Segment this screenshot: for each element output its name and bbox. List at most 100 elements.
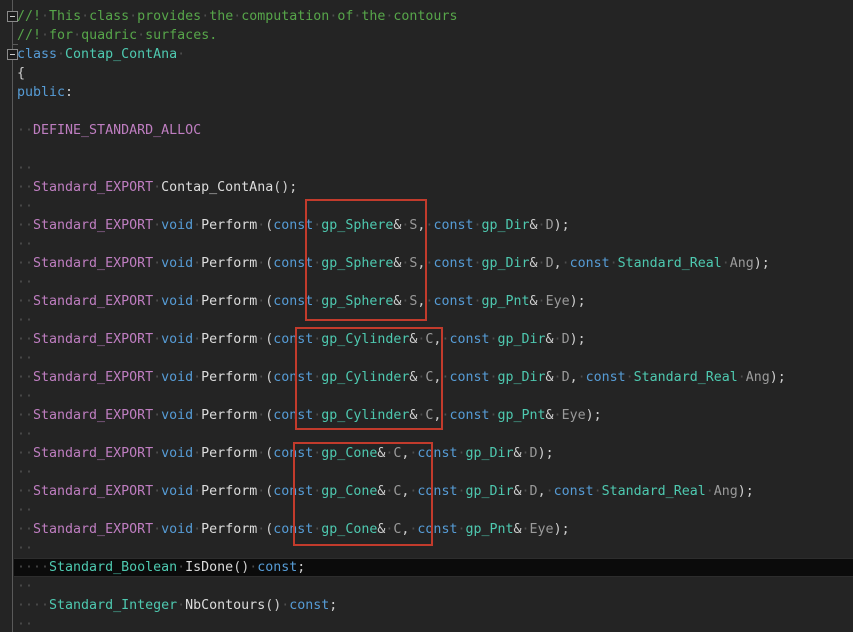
whitespace-dots: · [593, 484, 602, 499]
code-line[interactable]: ·· [14, 501, 853, 520]
code-line[interactable]: ·· [14, 349, 853, 368]
code-line[interactable]: ··Standard_EXPORT·void·Perform·(const·gp… [14, 216, 853, 235]
code-token-kw: const [273, 294, 314, 309]
code-token-kw: const [289, 598, 330, 613]
whitespace-dots: ·· [17, 503, 34, 518]
code-token-mac: DEFINE_STANDARD_ALLOC [33, 123, 202, 138]
code-token-kw: void [161, 370, 194, 385]
code-token-par: Ang [745, 370, 770, 385]
code-line[interactable] [14, 140, 853, 159]
whitespace-dots: ·· [17, 237, 34, 252]
whitespace-dots: · [537, 218, 546, 233]
code-line[interactable]: ·· [14, 615, 853, 632]
code-token-pun: ); [737, 484, 754, 499]
whitespace-dots: · [577, 370, 586, 385]
code-token-par: Ang [729, 256, 754, 271]
code-line[interactable]: ·· [14, 577, 853, 596]
whitespace-dots: · [457, 446, 466, 461]
code-line[interactable]: //!·for·quadric·surfaces. [14, 26, 853, 45]
code-token-fn: Perform [201, 294, 258, 309]
code-token-typ: Standard_Integer [49, 598, 178, 613]
code-token-kw: const [273, 256, 314, 271]
code-token-fn: Perform [201, 218, 258, 233]
whitespace-dots: · [281, 598, 290, 613]
code-token-typ: gp_Sphere [321, 294, 394, 309]
whitespace-dots: · [473, 294, 482, 309]
code-line-current[interactable]: ····Standard_Boolean·IsDone()·const; [14, 558, 853, 577]
whitespace-dots: · [441, 332, 450, 347]
code-line[interactable]: ··Standard_EXPORT·void·Perform·(const·gp… [14, 482, 853, 501]
whitespace-dots: · [313, 218, 322, 233]
code-token-typ: gp_Dir [481, 256, 530, 271]
code-line[interactable]: ·· [14, 311, 853, 330]
whitespace-dots: · [177, 598, 186, 613]
code-token-fn: Perform [201, 256, 258, 271]
code-token-typ: Contap_ContAna [65, 47, 178, 62]
fold-collapse-icon[interactable] [7, 11, 18, 22]
code-line[interactable]: { [14, 64, 853, 83]
code-token-com: class [89, 9, 130, 24]
code-token-fn: Perform [201, 332, 258, 347]
code-token-fn: Perform [201, 484, 258, 499]
code-line[interactable]: ·· [14, 197, 853, 216]
whitespace-dots: · [153, 180, 162, 195]
code-token-kw: void [161, 218, 194, 233]
whitespace-dots: · [401, 294, 410, 309]
whitespace-dots: · [249, 560, 258, 575]
whitespace-dots: · [193, 294, 202, 309]
code-line[interactable]: ··Standard_EXPORT·Contap_ContAna(); [14, 178, 853, 197]
code-token-kw: const [569, 256, 610, 271]
code-token-pun: , [553, 256, 562, 271]
code-line[interactable]: ··Standard_EXPORT·void·Perform·(const·gp… [14, 520, 853, 539]
code-line[interactable]: ··Standard_EXPORT·void·Perform·(const·gp… [14, 368, 853, 387]
code-token-kw: void [161, 446, 194, 461]
code-token-typ: Standard_Real [617, 256, 722, 271]
whitespace-dots: · [385, 9, 394, 24]
code-token-pun: { [17, 66, 26, 81]
code-token-pun: ); [769, 370, 786, 385]
whitespace-dots: · [257, 408, 266, 423]
code-line[interactable]: public: [14, 83, 853, 102]
whitespace-dots: · [409, 522, 418, 537]
whitespace-dots: ·· [17, 541, 34, 556]
code-token-par: D [545, 256, 554, 271]
whitespace-dots: · [489, 370, 498, 385]
code-editor[interactable]: //!·This·class·provides·the·computation·… [0, 0, 853, 632]
code-token-com: the [361, 9, 386, 24]
code-line[interactable]: ··Standard_EXPORT·void·Perform·(const·gp… [14, 292, 853, 311]
code-line[interactable]: ·· [14, 425, 853, 444]
whitespace-dots: ·· [17, 370, 34, 385]
code-token-par: D [561, 370, 570, 385]
code-line[interactable]: //!·This·class·provides·the·computation·… [14, 7, 853, 26]
code-line[interactable]: class·Contap_ContAna· [14, 45, 853, 64]
code-line[interactable]: ··Standard_EXPORT·void·Perform·(const·gp… [14, 330, 853, 349]
whitespace-dots: · [409, 446, 418, 461]
code-line[interactable]: ··DEFINE_STANDARD_ALLOC [14, 121, 853, 140]
whitespace-dots: ·· [17, 123, 34, 138]
code-token-com: //! [17, 28, 42, 43]
whitespace-dots: ·· [17, 180, 34, 195]
code-line[interactable]: ·· [14, 463, 853, 482]
minus-icon [10, 54, 15, 55]
code-lines: //!·This·class·provides·the·computation·… [0, 7, 853, 632]
fold-collapse-icon[interactable] [7, 49, 18, 60]
whitespace-dots: · [401, 218, 410, 233]
whitespace-dots: ···· [17, 598, 50, 613]
whitespace-dots: · [401, 256, 410, 271]
code-token-kw: const [417, 484, 458, 499]
code-line[interactable]: ··Standard_EXPORT·void·Perform·(const·gp… [14, 406, 853, 425]
code-token-typ: gp_Dir [465, 446, 514, 461]
code-line[interactable]: ····Standard_Integer·NbContours()·const; [14, 596, 853, 615]
code-line[interactable]: ·· [14, 235, 853, 254]
code-line[interactable]: ·· [14, 159, 853, 178]
code-line[interactable]: ·· [14, 539, 853, 558]
code-line[interactable]: ··Standard_EXPORT·void·Perform·(const·gp… [14, 444, 853, 463]
code-token-pun: , [569, 370, 578, 385]
whitespace-dots: · [385, 446, 394, 461]
code-line[interactable]: ·· [14, 273, 853, 292]
code-line[interactable]: ··Standard_EXPORT·void·Perform·(const·gp… [14, 254, 853, 273]
code-line[interactable]: ·· [14, 387, 853, 406]
code-line[interactable] [14, 102, 853, 121]
whitespace-dots: · [41, 28, 50, 43]
code-token-pun: ); [569, 332, 586, 347]
